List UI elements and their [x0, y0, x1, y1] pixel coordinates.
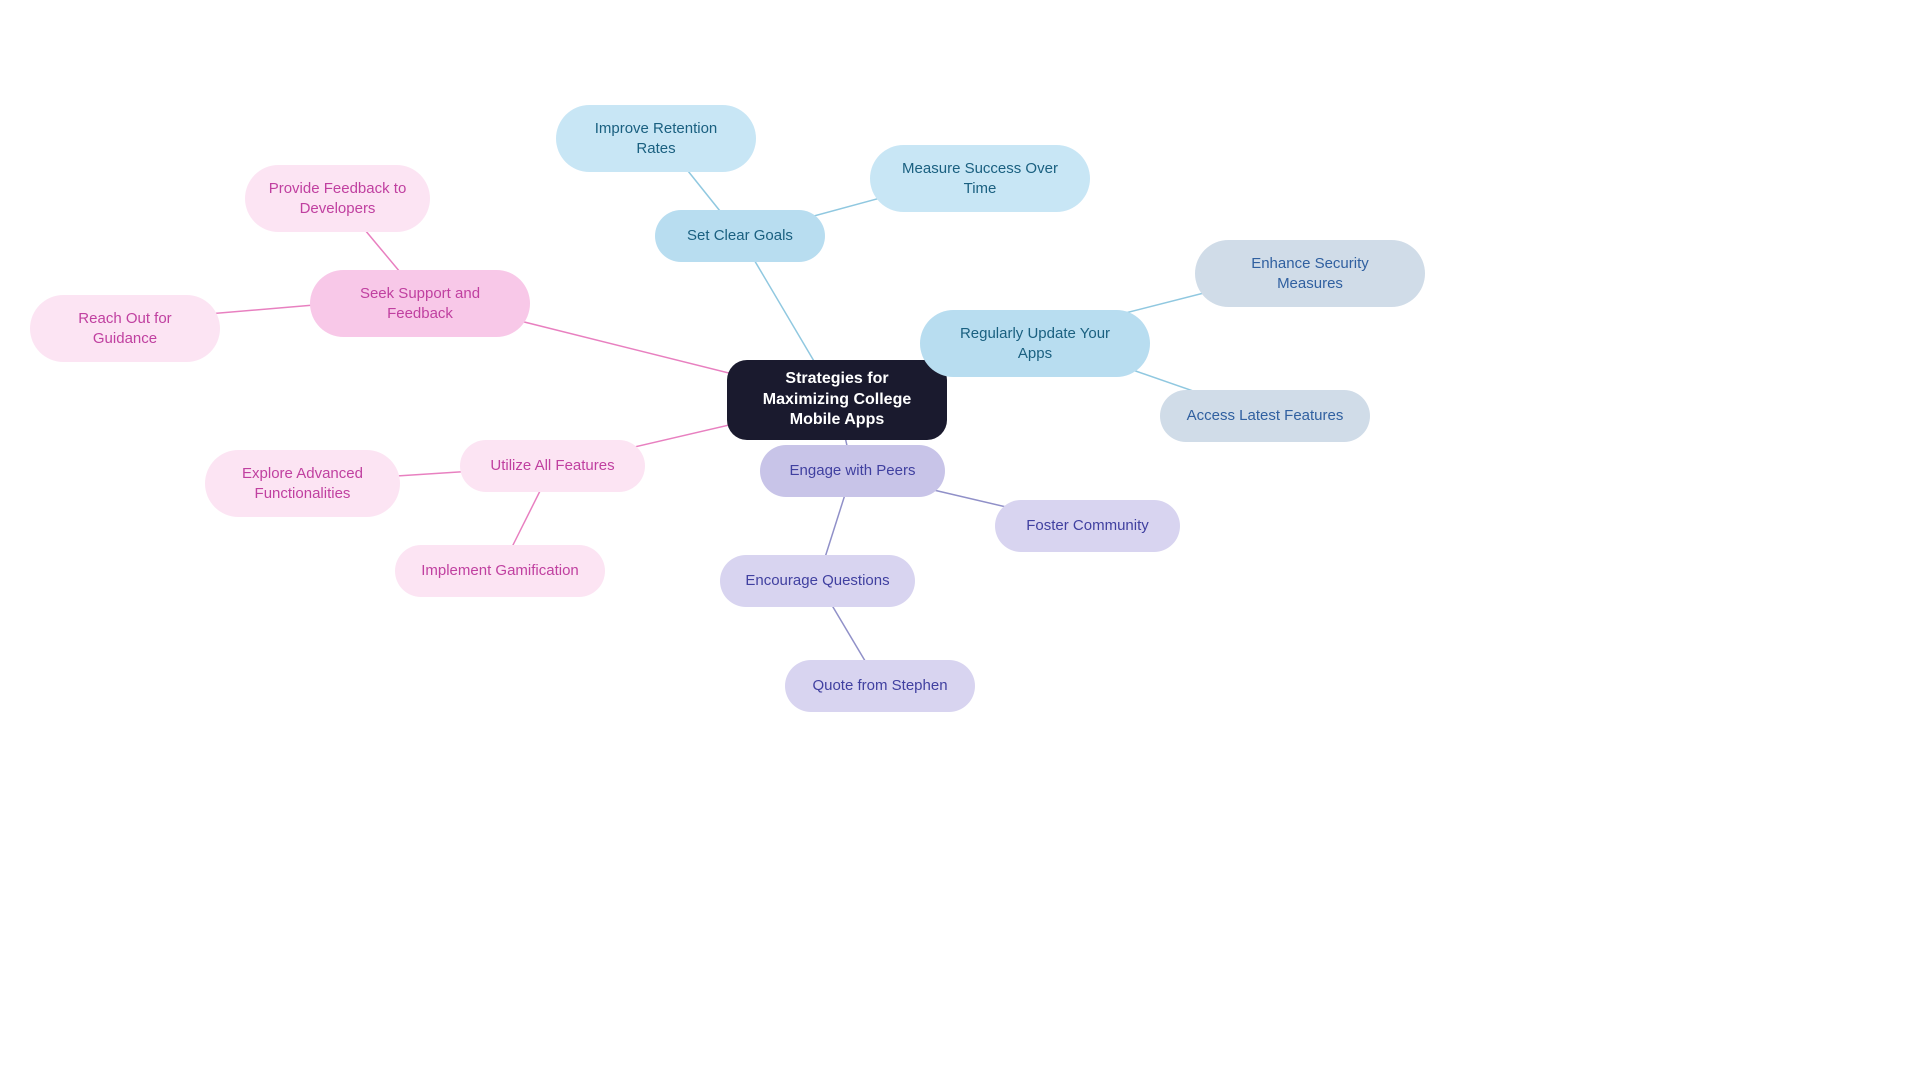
node-quoteStephen[interactable]: Quote from Stephen [785, 660, 975, 712]
node-label-quoteStephen: Quote from Stephen [812, 676, 947, 696]
node-label-engageWithPeers: Engage with Peers [790, 461, 916, 481]
node-label-measureSuccess: Measure Success Over Time [892, 159, 1068, 198]
node-label-improveRetention: Improve Retention Rates [578, 119, 734, 158]
node-accessLatest[interactable]: Access Latest Features [1160, 390, 1370, 442]
node-provideFeedback[interactable]: Provide Feedback to Developers [245, 165, 430, 232]
node-engageWithPeers[interactable]: Engage with Peers [760, 445, 945, 497]
node-label-reachOut: Reach Out for Guidance [52, 309, 198, 348]
node-enhanceSecurity[interactable]: Enhance Security Measures [1195, 240, 1425, 307]
node-label-provideFeedback: Provide Feedback to Developers [267, 179, 408, 218]
node-reachOut[interactable]: Reach Out for Guidance [30, 295, 220, 362]
node-fosterCommunity[interactable]: Foster Community [995, 500, 1180, 552]
node-improveRetention[interactable]: Improve Retention Rates [556, 105, 756, 172]
mindmap-container: Strategies for Maximizing College Mobile… [0, 0, 1920, 1083]
node-label-seekSupport: Seek Support and Feedback [332, 284, 508, 323]
node-center[interactable]: Strategies for Maximizing College Mobile… [727, 360, 947, 440]
node-label-encourageQuestions: Encourage Questions [745, 571, 889, 591]
node-label-fosterCommunity: Foster Community [1026, 516, 1149, 536]
node-encourageQuestions[interactable]: Encourage Questions [720, 555, 915, 607]
node-regularlyUpdate[interactable]: Regularly Update Your Apps [920, 310, 1150, 377]
node-measureSuccess[interactable]: Measure Success Over Time [870, 145, 1090, 212]
node-setClearGoals[interactable]: Set Clear Goals [655, 210, 825, 262]
node-seekSupport[interactable]: Seek Support and Feedback [310, 270, 530, 337]
node-label-center: Strategies for Maximizing College Mobile… [749, 369, 925, 431]
node-label-utilizeAll: Utilize All Features [490, 456, 614, 476]
node-label-enhanceSecurity: Enhance Security Measures [1217, 254, 1403, 293]
node-label-exploreAdvanced: Explore Advanced Functionalities [227, 464, 378, 503]
node-implementGamification[interactable]: Implement Gamification [395, 545, 605, 597]
node-label-setClearGoals: Set Clear Goals [687, 226, 793, 246]
node-label-accessLatest: Access Latest Features [1187, 406, 1344, 426]
node-utilizeAll[interactable]: Utilize All Features [460, 440, 645, 492]
node-exploreAdvanced[interactable]: Explore Advanced Functionalities [205, 450, 400, 517]
node-label-implementGamification: Implement Gamification [421, 561, 579, 581]
node-label-regularlyUpdate: Regularly Update Your Apps [942, 324, 1128, 363]
